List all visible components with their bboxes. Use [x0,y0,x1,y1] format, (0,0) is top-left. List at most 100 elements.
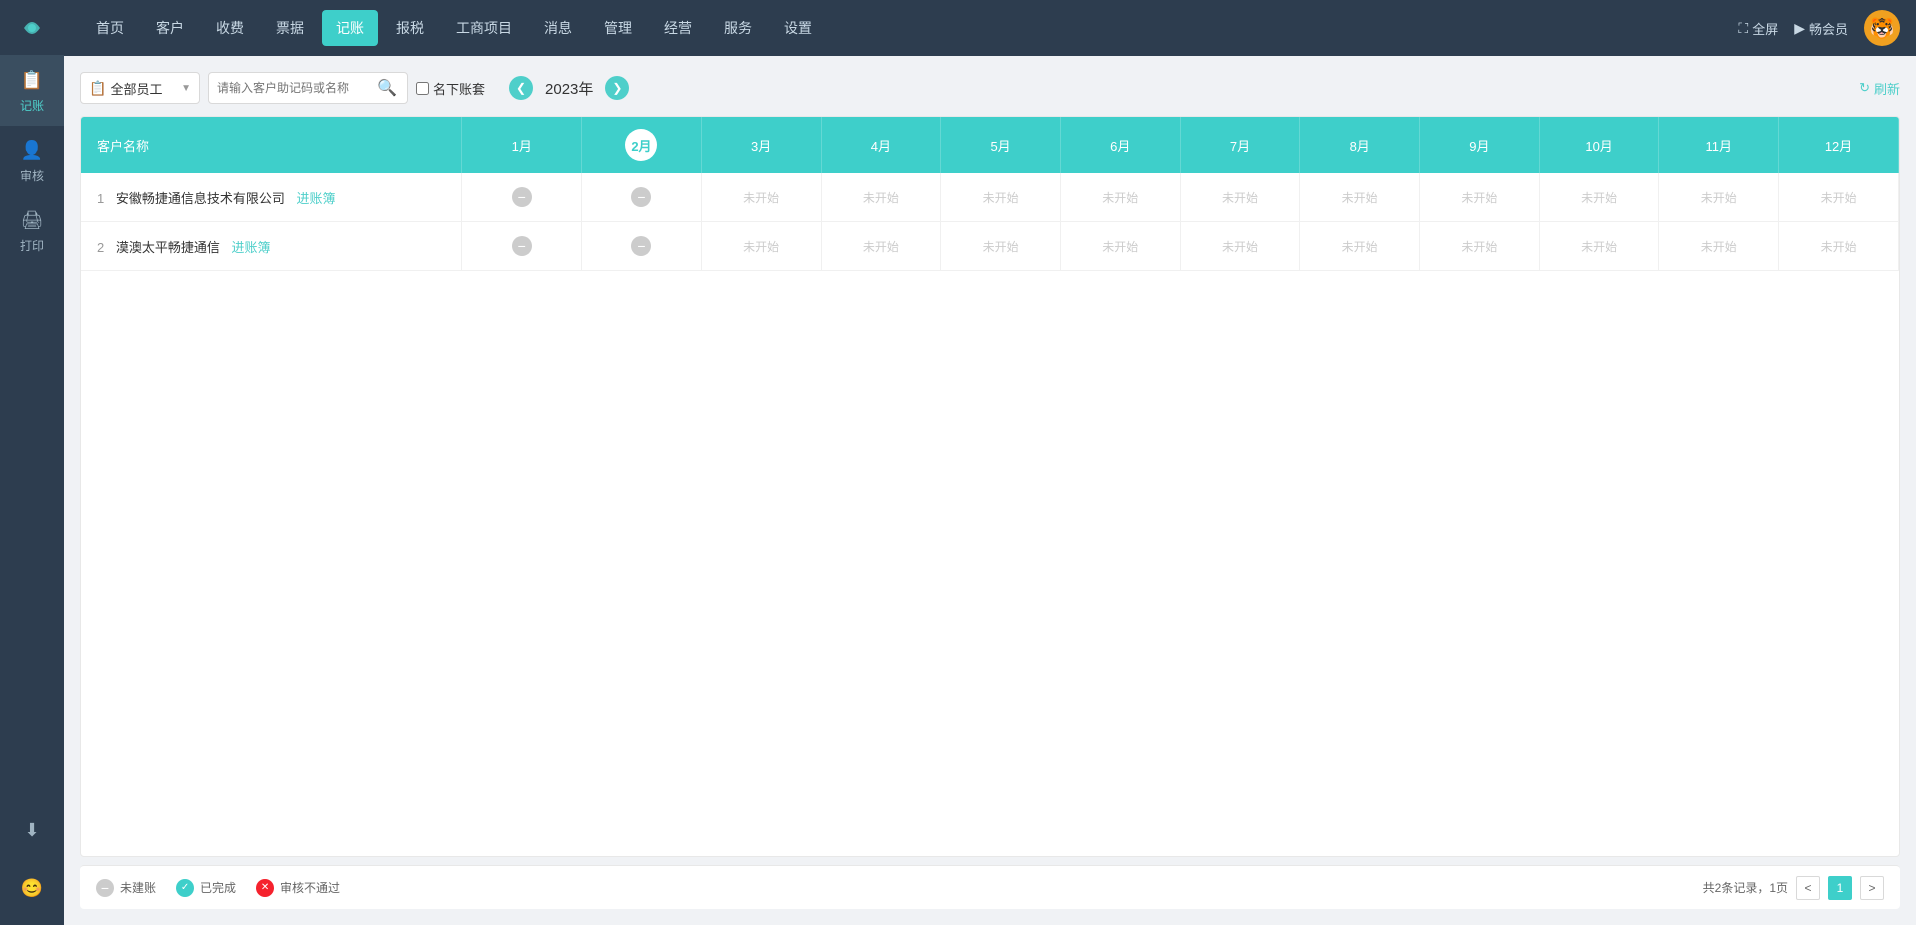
status-dash-icon: − [512,236,532,256]
search-input[interactable] [217,81,377,95]
status-not-started-label: 未开始 [863,240,899,254]
my-accounts-checkbox[interactable] [416,82,429,95]
month-status-cell: − [582,173,702,222]
topnav-item-billing[interactable]: 收费 [200,0,260,56]
col-header-nov: 11月 [1659,117,1779,173]
topnav-item-operation[interactable]: 经营 [648,0,708,56]
topnav-item-invoice[interactable]: 票据 [260,0,320,56]
topnav-item-tax[interactable]: 报税 [380,0,440,56]
sidebar-item-label: 记账 [20,97,44,114]
active-month-badge: 2月 [625,129,657,161]
month-status-cell: − [582,222,702,271]
filter-bar: 📋 全部员工 ▼ 🔍 名下账套 ❮ 2023年 ❯ ↻ 刷新 [80,72,1900,104]
month-status-cell: 未开始 [701,222,821,271]
legend-rejected-dot: ✕ [256,879,274,897]
legend-rejected: ✕ 审核不通过 [256,879,340,897]
user-avatar[interactable]: 🐯 [1864,10,1900,46]
col-header-name: 客户名称 [81,117,462,173]
fullscreen-button[interactable]: ⛶ 全屏 [1738,19,1778,38]
sidebar-item-bookkeeping[interactable]: 📋 记账 [0,56,64,126]
pagination: 共2条记录，1页 < 1 > [1703,876,1884,900]
client-name: 漠澳太平畅捷通信 [116,240,220,255]
status-dash-icon: − [631,236,651,256]
status-not-started-label: 未开始 [1222,240,1258,254]
refresh-icon: ↻ [1859,80,1870,96]
status-dash-icon: − [512,187,532,207]
sidebar-item-audit[interactable]: 👤 审核 [0,126,64,196]
sidebar-item-support[interactable]: 😊 [0,863,64,913]
month-status-cell: 未开始 [1779,173,1899,222]
topnav-item-business[interactable]: 工商项目 [440,0,528,56]
status-not-started-label: 未开始 [1461,191,1497,205]
year-prev-button[interactable]: ❮ [509,76,533,100]
legend-not-built: − 未建账 [96,879,156,897]
print-icon: 🖨 [20,209,44,233]
col-header-jul: 7月 [1180,117,1300,173]
employee-select[interactable]: 📋 全部员工 ▼ [80,72,200,104]
month-status-cell: 未开始 [941,173,1061,222]
sidebar-item-label: 打印 [20,237,44,254]
month-status-cell: 未开始 [1420,173,1540,222]
legend-not-built-dot: − [96,879,114,897]
table-row: 2 漠澳太平畅捷通信 进账簿 −−未开始未开始未开始未开始未开始未开始未开始未开… [81,222,1899,271]
status-not-started-label: 未开始 [1342,240,1378,254]
topnav-item-bookkeeping[interactable]: 记账 [322,10,378,46]
content-area: 📋 全部员工 ▼ 🔍 名下账套 ❮ 2023年 ❯ ↻ 刷新 [64,56,1916,925]
topnav: 首页客户收费票据记账报税工商项目消息管理经营服务设置 ⛶ 全屏 ▶ 畅会员 🐯 [64,0,1916,56]
sidebar-bottom: ⬇ 😊 [0,805,64,925]
enter-ledger-link[interactable]: 进账簿 [297,191,336,206]
refresh-button[interactable]: ↻ 刷新 [1859,79,1900,98]
vip-button[interactable]: ▶ 畅会员 [1794,19,1848,38]
search-button[interactable]: 🔍 [377,78,397,98]
footer: − 未建账 ✓ 已完成 ✕ 审核不通过 共2条记 [80,865,1900,909]
status-not-started-label: 未开始 [1102,191,1138,205]
topnav-item-management[interactable]: 管理 [588,0,648,56]
client-name-cell: 1 安徽畅捷通信息技术有限公司 进账簿 [81,173,462,222]
legend-completed-dot: ✓ [176,879,194,897]
status-not-started-label: 未开始 [1581,191,1617,205]
sidebar-item-download[interactable]: ⬇ [0,805,64,855]
month-status-cell: 未开始 [941,222,1061,271]
bookkeeping-icon: 📋 [20,69,44,93]
bookkeeping-table-container: 客户名称1月2月3月4月5月6月7月8月9月10月11月12月 1 安徽畅捷通信… [80,116,1900,857]
topnav-item-client[interactable]: 客户 [140,0,200,56]
client-name-cell: 2 漠澳太平畅捷通信 进账簿 [81,222,462,271]
status-not-started-label: 未开始 [743,191,779,205]
month-status-cell: 未开始 [1060,222,1180,271]
pagination-next-button[interactable]: > [1860,876,1884,900]
client-name: 安徽畅捷通信息技术有限公司 [116,191,285,206]
month-status-cell: 未开始 [821,222,941,271]
topnav-item-settings[interactable]: 设置 [768,0,828,56]
status-not-started-label: 未开始 [1701,191,1737,205]
legend-completed: ✓ 已完成 [176,879,236,897]
col-header-jun: 6月 [1060,117,1180,173]
my-accounts-checkbox-label[interactable]: 名下账套 [416,79,485,98]
month-status-cell: 未开始 [1060,173,1180,222]
topnav-item-service[interactable]: 服务 [708,0,768,56]
fullscreen-icon: ⛶ [1738,20,1748,37]
status-not-started-label: 未开始 [1821,240,1857,254]
status-not-started-label: 未开始 [1701,240,1737,254]
download-icon: ⬇ [24,820,39,841]
col-header-jan: 1月 [462,117,582,173]
year-next-button[interactable]: ❯ [605,76,629,100]
support-icon: 😊 [21,878,43,899]
month-status-cell: 未开始 [1300,222,1420,271]
status-not-started-label: 未开始 [1222,191,1258,205]
status-not-started-label: 未开始 [1342,191,1378,205]
pagination-page-1-button[interactable]: 1 [1828,876,1852,900]
legend: − 未建账 ✓ 已完成 ✕ 审核不通过 [96,879,340,897]
sidebar-item-print[interactable]: 🖨 打印 [0,196,64,266]
bookkeeping-table: 客户名称1月2月3月4月5月6月7月8月9月10月11月12月 1 安徽畅捷通信… [81,117,1899,271]
enter-ledger-link[interactable]: 进账簿 [232,240,271,255]
year-display: 2023年 [545,78,593,99]
table-row: 1 安徽畅捷通信息技术有限公司 进账簿 − − 未开始 未开始 未开始 未开始 未开始 未开始… [81,173,1899,222]
month-status-cell: − [462,173,582,222]
main-area: 首页客户收费票据记账报税工商项目消息管理经营服务设置 ⛶ 全屏 ▶ 畅会员 🐯 … [64,0,1916,925]
topnav-right: ⛶ 全屏 ▶ 畅会员 🐯 [1738,10,1900,46]
topnav-item-message[interactable]: 消息 [528,0,588,56]
pagination-prev-button[interactable]: < [1796,876,1820,900]
status-not-started-label: 未开始 [983,191,1019,205]
month-status-cell: 未开始 [701,173,821,222]
topnav-item-home[interactable]: 首页 [80,0,140,56]
